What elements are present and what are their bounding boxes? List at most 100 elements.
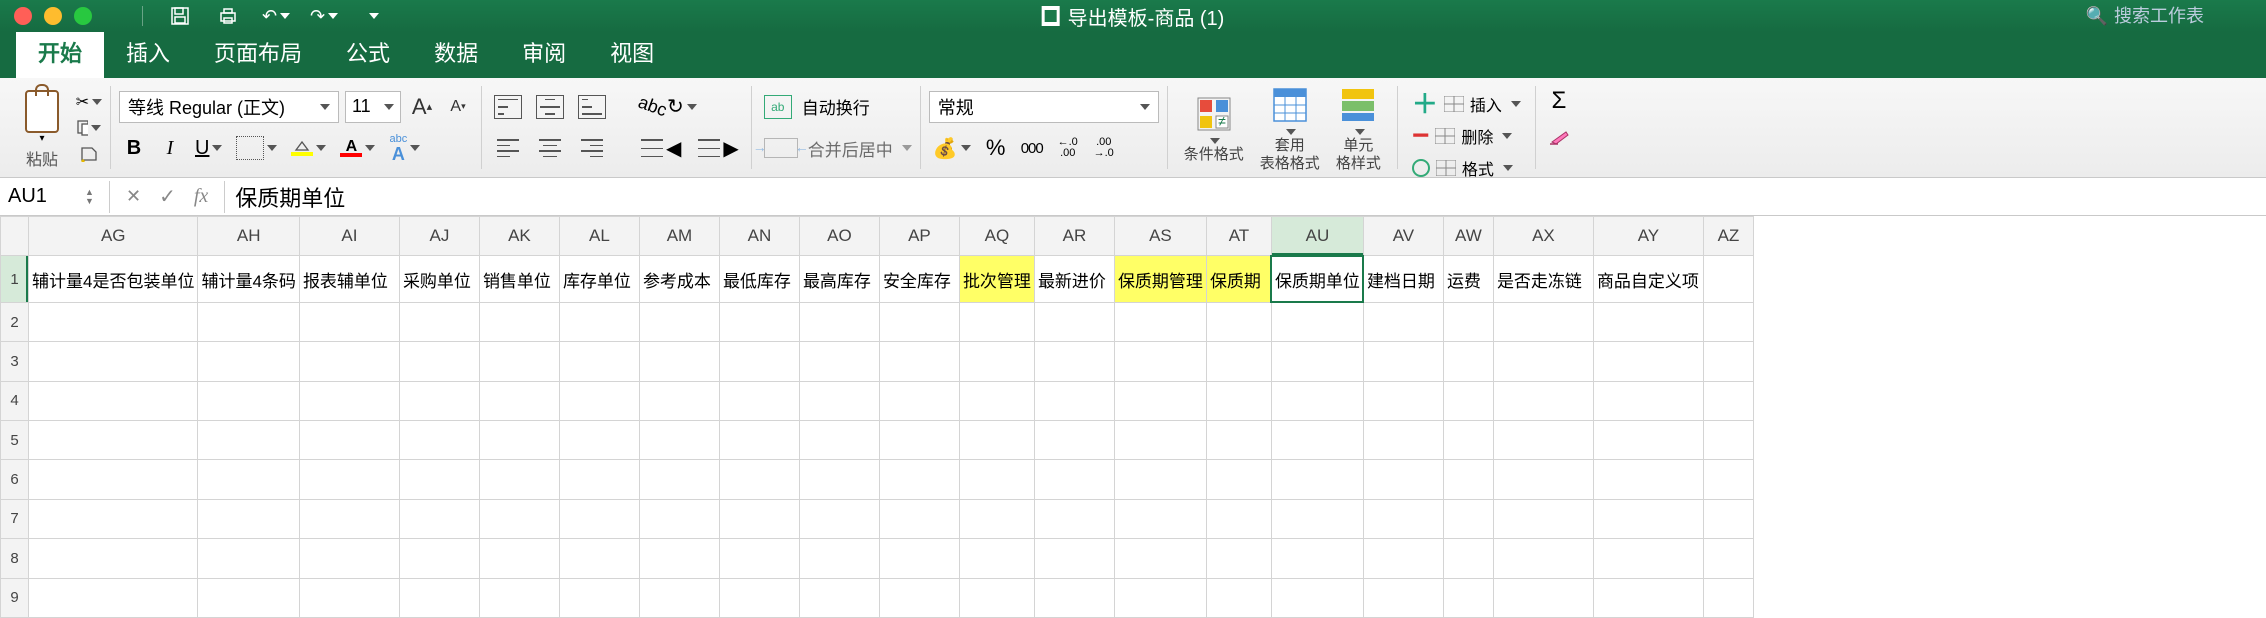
cell-AN6[interactable] xyxy=(719,460,799,499)
tab-数据[interactable]: 数据 xyxy=(412,26,500,78)
cell-AO2[interactable] xyxy=(799,302,879,341)
select-all-corner[interactable] xyxy=(1,217,29,256)
cell-AS4[interactable] xyxy=(1114,381,1206,420)
cell-AM6[interactable] xyxy=(639,460,719,499)
cell-AN1[interactable]: 最低库存 xyxy=(719,256,799,303)
align-left-button[interactable] xyxy=(490,133,526,163)
format-painter-button[interactable] xyxy=(76,143,102,165)
cell-AG6[interactable] xyxy=(29,460,198,499)
cell-AU3[interactable] xyxy=(1271,342,1363,381)
cell-AW5[interactable] xyxy=(1443,421,1493,460)
spreadsheet-grid[interactable]: AGAHAIAJAKALAMANAOAPAQARASATAUAVAWAXAYAZ… xyxy=(0,216,2266,618)
cell-AJ6[interactable] xyxy=(399,460,479,499)
cell-AL1[interactable]: 库存单位 xyxy=(559,256,639,303)
cell-AS5[interactable] xyxy=(1114,421,1206,460)
cell-AY9[interactable] xyxy=(1593,578,1703,617)
increase-font-button[interactable]: A▴ xyxy=(407,92,437,122)
cell-AW6[interactable] xyxy=(1443,460,1493,499)
cell-AY2[interactable] xyxy=(1593,302,1703,341)
cell-AI1[interactable]: 报表辅单位 xyxy=(299,256,399,303)
cell-AT3[interactable] xyxy=(1206,342,1271,381)
cell-AH5[interactable] xyxy=(198,421,299,460)
italic-button[interactable]: I xyxy=(155,133,185,163)
cell-AZ5[interactable] xyxy=(1703,421,1753,460)
cell-AL9[interactable] xyxy=(559,578,639,617)
cell-AM2[interactable] xyxy=(639,302,719,341)
cell-AM1[interactable]: 参考成本 xyxy=(639,256,719,303)
cell-AX1[interactable]: 是否走冻链 xyxy=(1493,256,1593,303)
cell-AO5[interactable] xyxy=(799,421,879,460)
cell-AY7[interactable] xyxy=(1593,499,1703,538)
cell-AK8[interactable] xyxy=(479,539,559,578)
cut-button[interactable]: ✂ xyxy=(76,91,102,113)
row-header-5[interactable]: 5 xyxy=(1,421,29,460)
cell-AQ2[interactable] xyxy=(959,302,1034,341)
col-header-AK[interactable]: AK xyxy=(479,217,559,256)
cell-AZ8[interactable] xyxy=(1703,539,1753,578)
cell-AT4[interactable] xyxy=(1206,381,1271,420)
cell-AT1[interactable]: 保质期 xyxy=(1206,256,1271,303)
font-size-select[interactable]: 11 xyxy=(345,91,401,123)
cell-AH3[interactable] xyxy=(198,342,299,381)
cell-AK2[interactable] xyxy=(479,302,559,341)
cell-AQ6[interactable] xyxy=(959,460,1034,499)
cell-AN8[interactable] xyxy=(719,539,799,578)
decrease-font-button[interactable]: A▾ xyxy=(443,92,473,122)
cell-AJ1[interactable]: 采购单位 xyxy=(399,256,479,303)
cell-AS1[interactable]: 保质期管理 xyxy=(1114,256,1206,303)
cell-AJ3[interactable] xyxy=(399,342,479,381)
col-header-AY[interactable]: AY xyxy=(1593,217,1703,256)
cell-AR5[interactable] xyxy=(1034,421,1114,460)
merge-center-button[interactable] xyxy=(760,133,802,163)
cell-AX5[interactable] xyxy=(1493,421,1593,460)
col-header-AS[interactable]: AS xyxy=(1114,217,1206,256)
cell-AP9[interactable] xyxy=(879,578,959,617)
cell-AL4[interactable] xyxy=(559,381,639,420)
cell-AG1[interactable]: 辅计量4是否包装单位 xyxy=(29,256,198,303)
cell-AW2[interactable] xyxy=(1443,302,1493,341)
col-header-AJ[interactable]: AJ xyxy=(399,217,479,256)
cell-AS2[interactable] xyxy=(1114,302,1206,341)
align-center-button[interactable] xyxy=(532,133,568,163)
cell-AR3[interactable] xyxy=(1034,342,1114,381)
decrease-decimal-button[interactable]: .00→.0 xyxy=(1089,133,1119,163)
col-header-AX[interactable]: AX xyxy=(1493,217,1593,256)
cell-AR6[interactable] xyxy=(1034,460,1114,499)
tab-视图[interactable]: 视图 xyxy=(588,26,676,78)
cell-AT8[interactable] xyxy=(1206,539,1271,578)
col-header-AG[interactable]: AG xyxy=(29,217,198,256)
copy-button[interactable] xyxy=(76,117,102,139)
increase-decimal-button[interactable]: ←.0.00 xyxy=(1053,133,1083,163)
cell-AP6[interactable] xyxy=(879,460,959,499)
cell-AU2[interactable] xyxy=(1271,302,1363,341)
cell-AN9[interactable] xyxy=(719,578,799,617)
align-top-button[interactable] xyxy=(490,92,526,122)
col-header-AI[interactable]: AI xyxy=(299,217,399,256)
cell-AH7[interactable] xyxy=(198,499,299,538)
cell-AV5[interactable] xyxy=(1363,421,1443,460)
cell-AM8[interactable] xyxy=(639,539,719,578)
cell-AV8[interactable] xyxy=(1363,539,1443,578)
paste-button[interactable]: ▾ 粘贴 xyxy=(14,86,70,170)
underline-button[interactable]: U xyxy=(191,133,226,163)
cell-AG9[interactable] xyxy=(29,578,198,617)
cell-AZ7[interactable] xyxy=(1703,499,1753,538)
cell-AL8[interactable] xyxy=(559,539,639,578)
cell-AW3[interactable] xyxy=(1443,342,1493,381)
tab-公式[interactable]: 公式 xyxy=(324,26,412,78)
cell-AJ2[interactable] xyxy=(399,302,479,341)
cell-AX7[interactable] xyxy=(1493,499,1593,538)
cell-AZ1[interactable] xyxy=(1703,256,1753,303)
col-header-AL[interactable]: AL xyxy=(559,217,639,256)
cell-AG2[interactable] xyxy=(29,302,198,341)
cell-AP1[interactable]: 安全库存 xyxy=(879,256,959,303)
cell-AX6[interactable] xyxy=(1493,460,1593,499)
delete-cells-button[interactable]: −删除 xyxy=(1412,122,1521,150)
cell-AL6[interactable] xyxy=(559,460,639,499)
cell-AP7[interactable] xyxy=(879,499,959,538)
cell-AS9[interactable] xyxy=(1114,578,1206,617)
row-header-1[interactable]: 1 xyxy=(1,256,29,303)
cell-AO3[interactable] xyxy=(799,342,879,381)
autosum-button[interactable]: Σ xyxy=(1544,86,1574,116)
cell-AG3[interactable] xyxy=(29,342,198,381)
